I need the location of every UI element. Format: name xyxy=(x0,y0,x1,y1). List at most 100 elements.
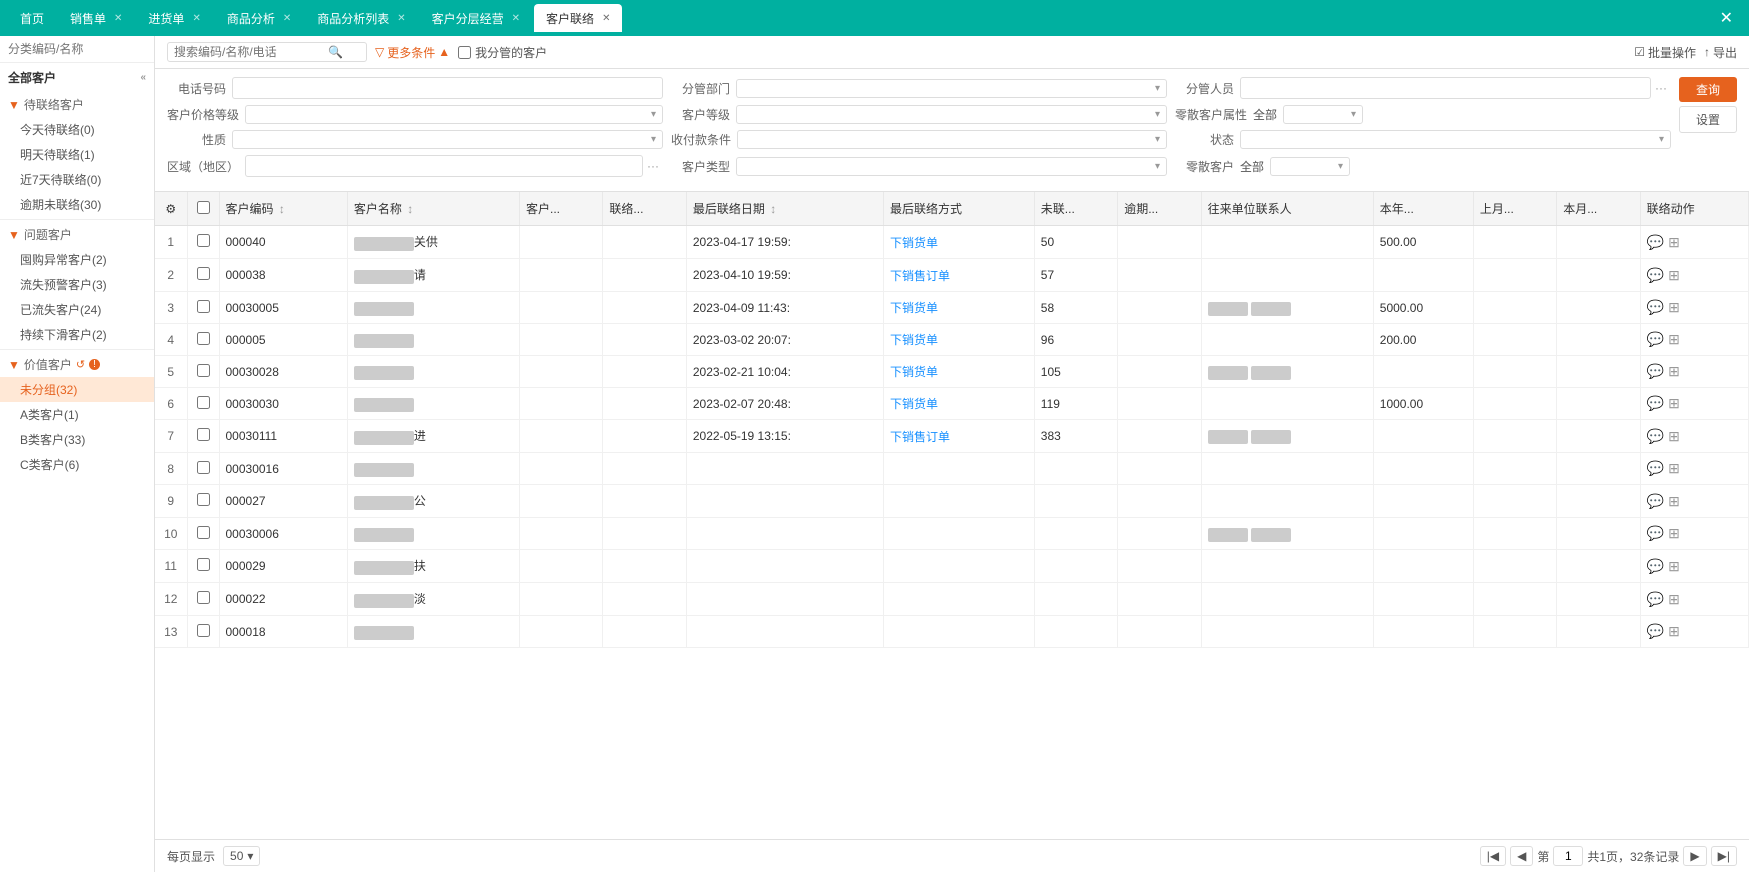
tab-close-purchase[interactable]: ✕ xyxy=(192,13,200,24)
window-close-btn[interactable]: ✕ xyxy=(1712,8,1741,28)
grid-icon[interactable]: ⊞ xyxy=(1668,267,1680,284)
tab-close-sales[interactable]: ✕ xyxy=(114,13,122,24)
chat-icon[interactable]: 💬 xyxy=(1647,299,1664,316)
row-checkbox[interactable] xyxy=(197,493,210,506)
grid-icon[interactable]: ⊞ xyxy=(1668,299,1680,316)
contact-method-link[interactable]: 下销货单 xyxy=(890,397,938,411)
row-checkbox[interactable] xyxy=(197,526,210,539)
tab-close-product_analysis[interactable]: ✕ xyxy=(283,13,291,24)
contact-method-link[interactable]: 下销货单 xyxy=(890,365,938,379)
prev-page-btn[interactable]: ◀ xyxy=(1510,846,1533,866)
tab-product_analysis_list[interactable]: 商品分析列表✕ xyxy=(305,4,417,32)
tab-customer_tier[interactable]: 客户分层经营✕ xyxy=(420,4,532,32)
sidebar-problem-item[interactable]: 流失预警客户(3) xyxy=(0,272,154,297)
price-tier-select[interactable]: ▾ xyxy=(245,105,663,124)
cell-checkbox[interactable] xyxy=(187,388,219,420)
row-checkbox[interactable] xyxy=(197,591,210,604)
chat-icon[interactable]: 💬 xyxy=(1647,525,1664,542)
batch-operation-btn[interactable]: ☑ 批量操作 xyxy=(1634,44,1696,61)
tab-close-customer_contact[interactable]: ✕ xyxy=(602,13,610,24)
row-checkbox[interactable] xyxy=(197,364,210,377)
row-checkbox[interactable] xyxy=(197,396,210,409)
sidebar-pending-item[interactable]: 今天待联络(0) xyxy=(0,117,154,142)
problem-customers-group[interactable]: ▼ 问题客户 xyxy=(0,222,154,247)
nature-select[interactable]: ▾ xyxy=(232,130,663,149)
cell-checkbox[interactable] xyxy=(187,453,219,485)
export-btn[interactable]: ↑ 导出 xyxy=(1704,44,1737,61)
tab-purchase[interactable]: 进货单✕ xyxy=(136,4,212,32)
col-checkbox-header[interactable] xyxy=(187,192,219,226)
page-input[interactable] xyxy=(1553,846,1583,866)
col-settings[interactable]: ⚙ xyxy=(155,192,187,226)
grid-icon[interactable]: ⊞ xyxy=(1668,460,1680,477)
row-checkbox[interactable] xyxy=(197,267,210,280)
row-checkbox[interactable] xyxy=(197,624,210,637)
search-input-box[interactable]: 🔍 xyxy=(167,42,367,62)
page-size-select[interactable]: 50 ▾ xyxy=(223,846,260,866)
phone-input[interactable] xyxy=(232,77,663,99)
tab-customer_contact[interactable]: 客户联络✕ xyxy=(534,4,622,32)
contact-method-link[interactable]: 下销售订单 xyxy=(890,430,950,444)
person-dots[interactable]: ··· xyxy=(1651,81,1671,95)
sidebar-value-group-item[interactable]: 未分组(32) xyxy=(0,377,154,402)
grid-icon[interactable]: ⊞ xyxy=(1668,591,1680,608)
tab-home[interactable]: 首页 xyxy=(8,4,56,32)
sidebar-pending-item[interactable]: 近7天待联络(0) xyxy=(0,167,154,192)
contact-method-link[interactable]: 下销售订单 xyxy=(890,269,950,283)
dept-select[interactable]: ▾ xyxy=(736,79,1167,98)
sidebar-problem-item[interactable]: 囤购异常客户(2) xyxy=(0,247,154,272)
pending-contact-group[interactable]: ▼ 待联络客户 xyxy=(0,92,154,117)
all-customers-header[interactable]: 全部客户 « xyxy=(0,63,154,92)
row-checkbox[interactable] xyxy=(197,332,210,345)
value-customers-group[interactable]: ▼ 价值客户 ↺ ! xyxy=(0,352,154,377)
tab-close-customer_tier[interactable]: ✕ xyxy=(512,13,520,24)
chat-icon[interactable]: 💬 xyxy=(1647,363,1664,380)
cell-checkbox[interactable] xyxy=(187,616,219,648)
chat-icon[interactable]: 💬 xyxy=(1647,591,1664,608)
contact-method-link[interactable]: 下销货单 xyxy=(890,333,938,347)
cell-checkbox[interactable] xyxy=(187,420,219,453)
chat-icon[interactable]: 💬 xyxy=(1647,395,1664,412)
more-conditions-btn[interactable]: ▽ 更多条件 ▲ xyxy=(375,44,450,61)
cell-checkbox[interactable] xyxy=(187,292,219,324)
sidebar-search-input[interactable] xyxy=(8,42,155,56)
payment-select[interactable]: ▾ xyxy=(737,130,1167,149)
retail-cust-select[interactable]: ▾ xyxy=(1270,157,1350,176)
cell-checkbox[interactable] xyxy=(187,485,219,518)
query-button[interactable]: 查询 xyxy=(1679,77,1737,102)
last-page-btn[interactable]: ▶| xyxy=(1711,846,1737,866)
sidebar-value-group-item[interactable]: B类客户(33) xyxy=(0,427,154,452)
sidebar-pending-item[interactable]: 明天待联络(1) xyxy=(0,142,154,167)
cell-checkbox[interactable] xyxy=(187,356,219,388)
grid-icon[interactable]: ⊞ xyxy=(1668,331,1680,348)
sidebar-value-group-item[interactable]: C类客户(6) xyxy=(0,452,154,477)
row-checkbox[interactable] xyxy=(197,234,210,247)
my-customers-check[interactable] xyxy=(458,46,471,59)
chat-icon[interactable]: 💬 xyxy=(1647,493,1664,510)
my-customers-checkbox[interactable]: 我分管的客户 xyxy=(458,44,547,61)
first-page-btn[interactable]: |◀ xyxy=(1480,846,1506,866)
cell-checkbox[interactable] xyxy=(187,518,219,550)
retail-attr-select[interactable]: ▾ xyxy=(1283,105,1363,124)
grid-icon[interactable]: ⊞ xyxy=(1668,525,1680,542)
sidebar-pending-item[interactable]: 逾期未联络(30) xyxy=(0,192,154,217)
grid-icon[interactable]: ⊞ xyxy=(1668,428,1680,445)
cell-checkbox[interactable] xyxy=(187,226,219,259)
tab-sales[interactable]: 销售单✕ xyxy=(58,4,134,32)
region-dots[interactable]: ··· xyxy=(643,159,663,173)
cell-checkbox[interactable] xyxy=(187,259,219,292)
reset-button[interactable]: 设置 xyxy=(1679,106,1737,133)
contact-method-link[interactable]: 下销货单 xyxy=(890,236,938,250)
region-input[interactable] xyxy=(245,155,643,177)
chat-icon[interactable]: 💬 xyxy=(1647,460,1664,477)
grid-icon[interactable]: ⊞ xyxy=(1668,395,1680,412)
chat-icon[interactable]: 💬 xyxy=(1647,558,1664,575)
chat-icon[interactable]: 💬 xyxy=(1647,267,1664,284)
sidebar-problem-item[interactable]: 已流失客户(24) xyxy=(0,297,154,322)
status-select[interactable]: ▾ xyxy=(1240,130,1671,149)
person-input[interactable] xyxy=(1240,77,1651,99)
chat-icon[interactable]: 💬 xyxy=(1647,331,1664,348)
chat-icon[interactable]: 💬 xyxy=(1647,234,1664,251)
grid-icon[interactable]: ⊞ xyxy=(1668,234,1680,251)
contact-method-link[interactable]: 下销货单 xyxy=(890,301,938,315)
